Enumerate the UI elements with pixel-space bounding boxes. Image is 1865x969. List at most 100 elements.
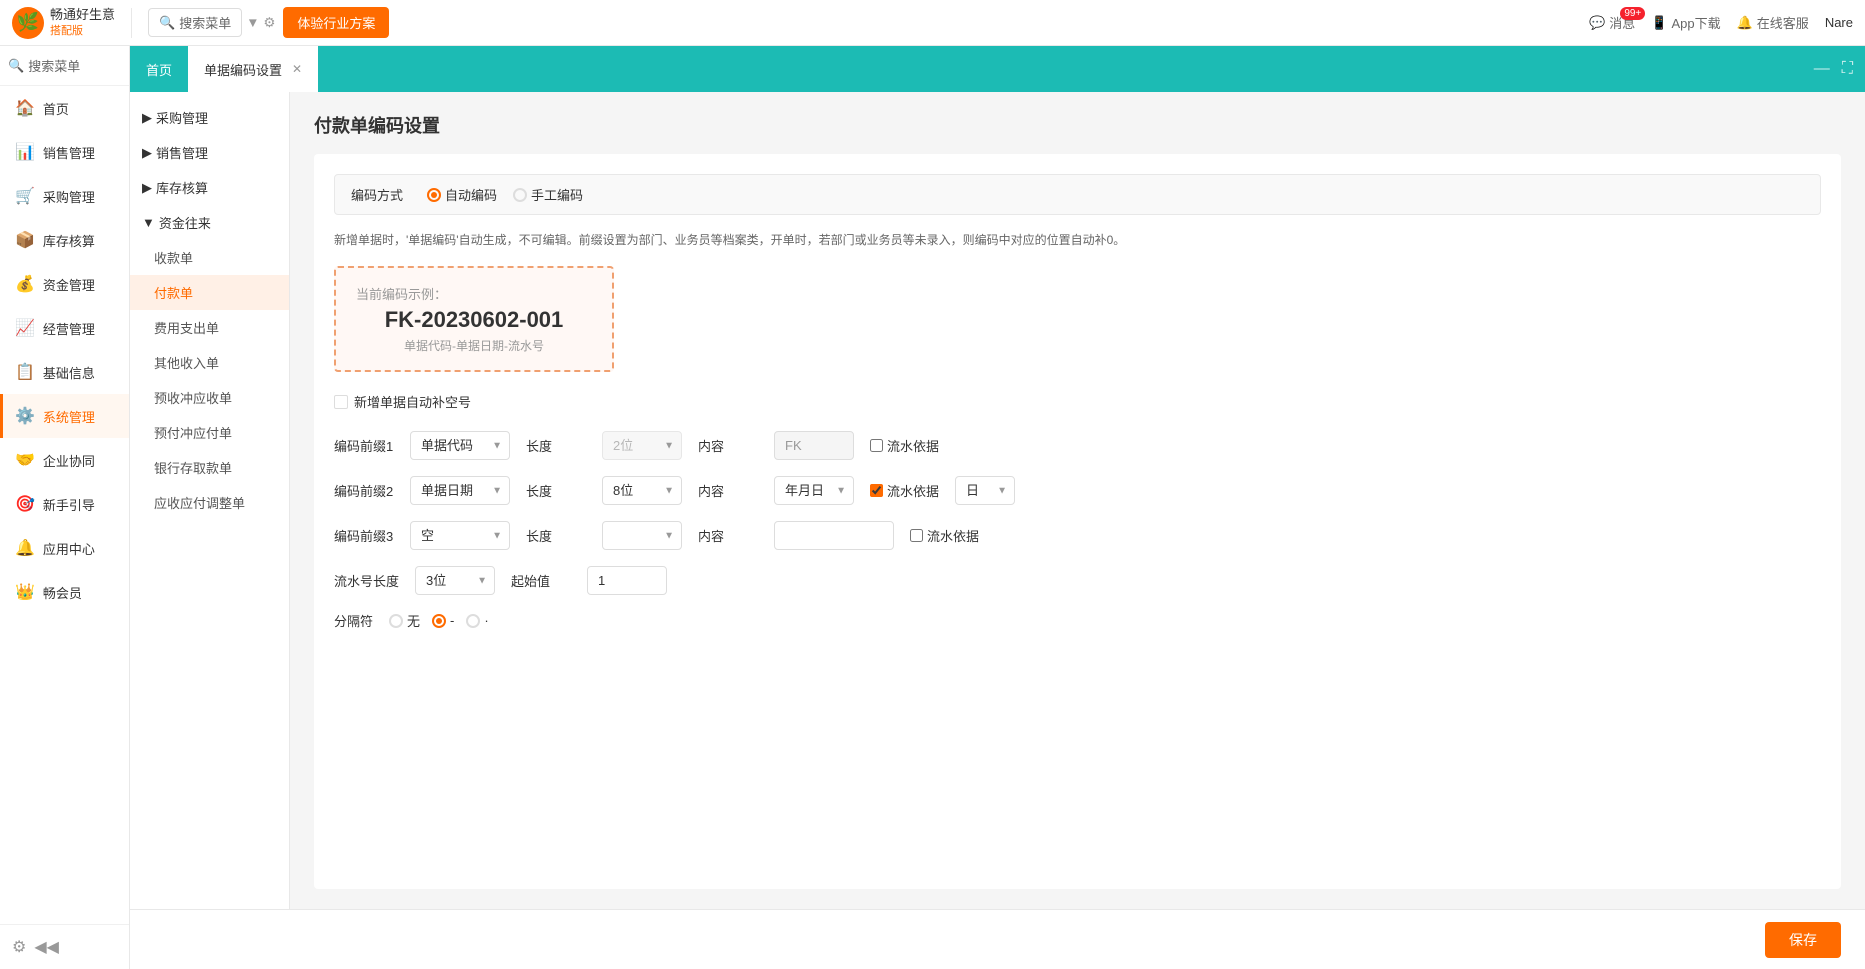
sidebar: 🔍 搜索菜单 🏠 首页 📊 销售管理 🛒 采购管理 📦 库存核算 💰 资金管理 … xyxy=(0,46,130,969)
sidebar-item-label: 经营管理 xyxy=(43,319,95,338)
content3-input[interactable] xyxy=(774,521,894,550)
waterfall1-checkbox-label[interactable]: 流水依据 xyxy=(870,436,939,455)
tab-minimize-btn[interactable]: — xyxy=(1810,56,1834,82)
auto-fill-checkbox[interactable] xyxy=(334,395,348,409)
sidebar-item-member[interactable]: 👑 畅会员 xyxy=(0,570,129,614)
sep-dash-radio[interactable]: · xyxy=(466,613,488,628)
sub-item-feiyong[interactable]: 费用支出单 xyxy=(130,310,289,345)
sidebar-item-operations[interactable]: 📈 经营管理 xyxy=(0,306,129,350)
auto-fill-label: 新增单据自动补空号 xyxy=(354,392,471,411)
operations-icon: 📈 xyxy=(15,318,35,338)
sub-item-bank[interactable]: 银行存取款单 xyxy=(130,450,289,485)
auto-code-radio[interactable]: 自动编码 xyxy=(427,185,497,204)
prefix2-select[interactable]: 单据日期 xyxy=(410,476,510,505)
waterfall2-checkbox-label[interactable]: 流水依据 xyxy=(870,481,939,500)
collapse-icon[interactable]: ◀◀ xyxy=(34,937,59,957)
waterfall1-checkbox[interactable] xyxy=(870,439,883,452)
bottom-bar: 保存 xyxy=(130,909,1865,969)
settings-bottom-icon[interactable]: ⚙ xyxy=(12,937,26,957)
waterfall3-checkbox-label[interactable]: 流水依据 xyxy=(910,526,979,545)
period-select[interactable]: 日 xyxy=(955,476,1015,505)
length1-select[interactable]: 2位 xyxy=(602,431,682,460)
content2-label: 内容 xyxy=(698,481,758,500)
sidebar-item-sales[interactable]: 📊 销售管理 xyxy=(0,130,129,174)
app-download-btn[interactable]: 📱 App下载 xyxy=(1651,13,1720,32)
chevron-right-icon: ▶ xyxy=(142,145,152,161)
sub-item-shoukuandan[interactable]: 收款单 xyxy=(130,240,289,275)
start-value-input[interactable] xyxy=(587,566,667,595)
separator-row: 分隔符 无 - · xyxy=(334,611,1821,630)
tab-bar: 首页 单据编码设置 ✕ — ⛶ xyxy=(130,46,1865,92)
tab-home[interactable]: 首页 xyxy=(130,46,188,92)
search-menu-btn[interactable]: 🔍 搜索菜单 xyxy=(148,8,242,37)
dropdown-btn[interactable]: ▼ xyxy=(246,15,259,30)
service-icon: 🔔 xyxy=(1737,15,1753,31)
sidebar-item-label: 应用中心 xyxy=(43,539,95,558)
inventory-icon: 📦 xyxy=(15,230,35,250)
sub-item-fukuandan[interactable]: 付款单 xyxy=(130,275,289,310)
length1-label: 长度 xyxy=(526,436,586,455)
sidebar-item-finance[interactable]: 💰 资金管理 xyxy=(0,262,129,306)
online-service-btn[interactable]: 🔔 在线客服 xyxy=(1737,13,1809,32)
sub-item-yushou[interactable]: 预收冲应收单 xyxy=(130,380,289,415)
sidebar-search[interactable]: 🔍 搜索菜单 xyxy=(0,46,129,86)
sidebar-item-label: 基础信息 xyxy=(43,363,95,382)
search-icon: 🔍 xyxy=(159,15,175,31)
sub-group-purchase-title[interactable]: ▶ 采购管理 xyxy=(130,100,289,135)
sidebar-item-guide[interactable]: 🎯 新手引导 xyxy=(0,482,129,526)
sidebar-item-appstore[interactable]: 🔔 应用中心 xyxy=(0,526,129,570)
industry-btn[interactable]: 体验行业方案 xyxy=(283,7,389,38)
serial-length-select[interactable]: 3位 xyxy=(415,566,495,595)
sub-group-inventory-title[interactable]: ▶ 库存核算 xyxy=(130,170,289,205)
content-area: 首页 单据编码设置 ✕ — ⛶ ▶ 采购管理 xyxy=(130,46,1865,969)
save-button[interactable]: 保存 xyxy=(1765,922,1841,958)
settings-btn[interactable]: ⚙ xyxy=(263,15,275,31)
sep-none-radio[interactable]: 无 xyxy=(389,611,420,630)
auto-code-radio-circle xyxy=(427,188,441,202)
waterfall2-label: 流水依据 xyxy=(887,481,939,500)
sidebar-item-inventory[interactable]: 📦 库存核算 xyxy=(0,218,129,262)
prefix1-select[interactable]: 单据代码 xyxy=(410,431,510,460)
sub-item-yufu[interactable]: 预付冲应付单 xyxy=(130,415,289,450)
period-select-wrapper: 日 ▼ xyxy=(955,476,1015,505)
message-btn[interactable]: 💬 消息 99+ xyxy=(1589,13,1635,32)
sidebar-item-base[interactable]: 📋 基础信息 xyxy=(0,350,129,394)
manual-code-radio[interactable]: 手工编码 xyxy=(513,185,583,204)
sidebar-item-partner[interactable]: 🤝 企业协同 xyxy=(0,438,129,482)
waterfall3-checkbox[interactable] xyxy=(910,529,923,542)
download-icon: 📱 xyxy=(1651,15,1667,31)
prefix1-row: 编码前缀1 单据代码 ▼ 长度 2位 ▼ xyxy=(334,431,1821,460)
content1-input[interactable] xyxy=(774,431,854,460)
prefix2-select-wrapper: 单据日期 ▼ xyxy=(410,476,510,505)
sidebar-item-label: 企业协同 xyxy=(43,451,95,470)
prefix3-select[interactable]: 空 xyxy=(410,521,510,550)
home-icon: 🏠 xyxy=(15,98,35,118)
prefix3-row: 编码前缀3 空 ▼ 长度 ▼ xyxy=(334,521,1821,550)
tab-encoding-settings[interactable]: 单据编码设置 ✕ xyxy=(188,46,318,92)
sub-item-adjust[interactable]: 应收应付调整单 xyxy=(130,485,289,520)
content2-select[interactable]: 年月日 xyxy=(774,476,854,505)
sidebar-item-label: 畅会员 xyxy=(43,583,82,602)
sidebar-item-purchase[interactable]: 🛒 采购管理 xyxy=(0,174,129,218)
sub-item-qita[interactable]: 其他收入单 xyxy=(130,345,289,380)
sep-dash-radio-circle xyxy=(466,614,480,628)
sidebar-item-system[interactable]: ⚙️ 系统管理 xyxy=(0,394,129,438)
tab-close-icon[interactable]: ✕ xyxy=(292,62,302,76)
length3-select[interactable] xyxy=(602,521,682,550)
member-icon: 👑 xyxy=(15,582,35,602)
length2-select[interactable]: 8位 xyxy=(602,476,682,505)
sub-group-capital-title[interactable]: ▼ 资金往来 xyxy=(130,205,289,240)
sep-dot-label: - xyxy=(450,613,454,628)
sidebar-item-home[interactable]: 🏠 首页 xyxy=(0,86,129,130)
sep-dot-radio[interactable]: - xyxy=(432,613,454,628)
waterfall3-label: 流水依据 xyxy=(927,526,979,545)
tab-maximize-btn[interactable]: ⛶ xyxy=(1838,56,1857,82)
separator-label: 分隔符 xyxy=(334,611,373,630)
sub-group-sales-title[interactable]: ▶ 销售管理 xyxy=(130,135,289,170)
waterfall2-checkbox[interactable] xyxy=(870,484,883,497)
appstore-icon: 🔔 xyxy=(15,538,35,558)
settings-card: 编码方式 自动编码 手工编码 xyxy=(314,154,1841,889)
content1-label: 内容 xyxy=(698,436,758,455)
sep-none-label: 无 xyxy=(407,611,420,630)
tab-encoding-label: 单据编码设置 xyxy=(204,60,282,79)
